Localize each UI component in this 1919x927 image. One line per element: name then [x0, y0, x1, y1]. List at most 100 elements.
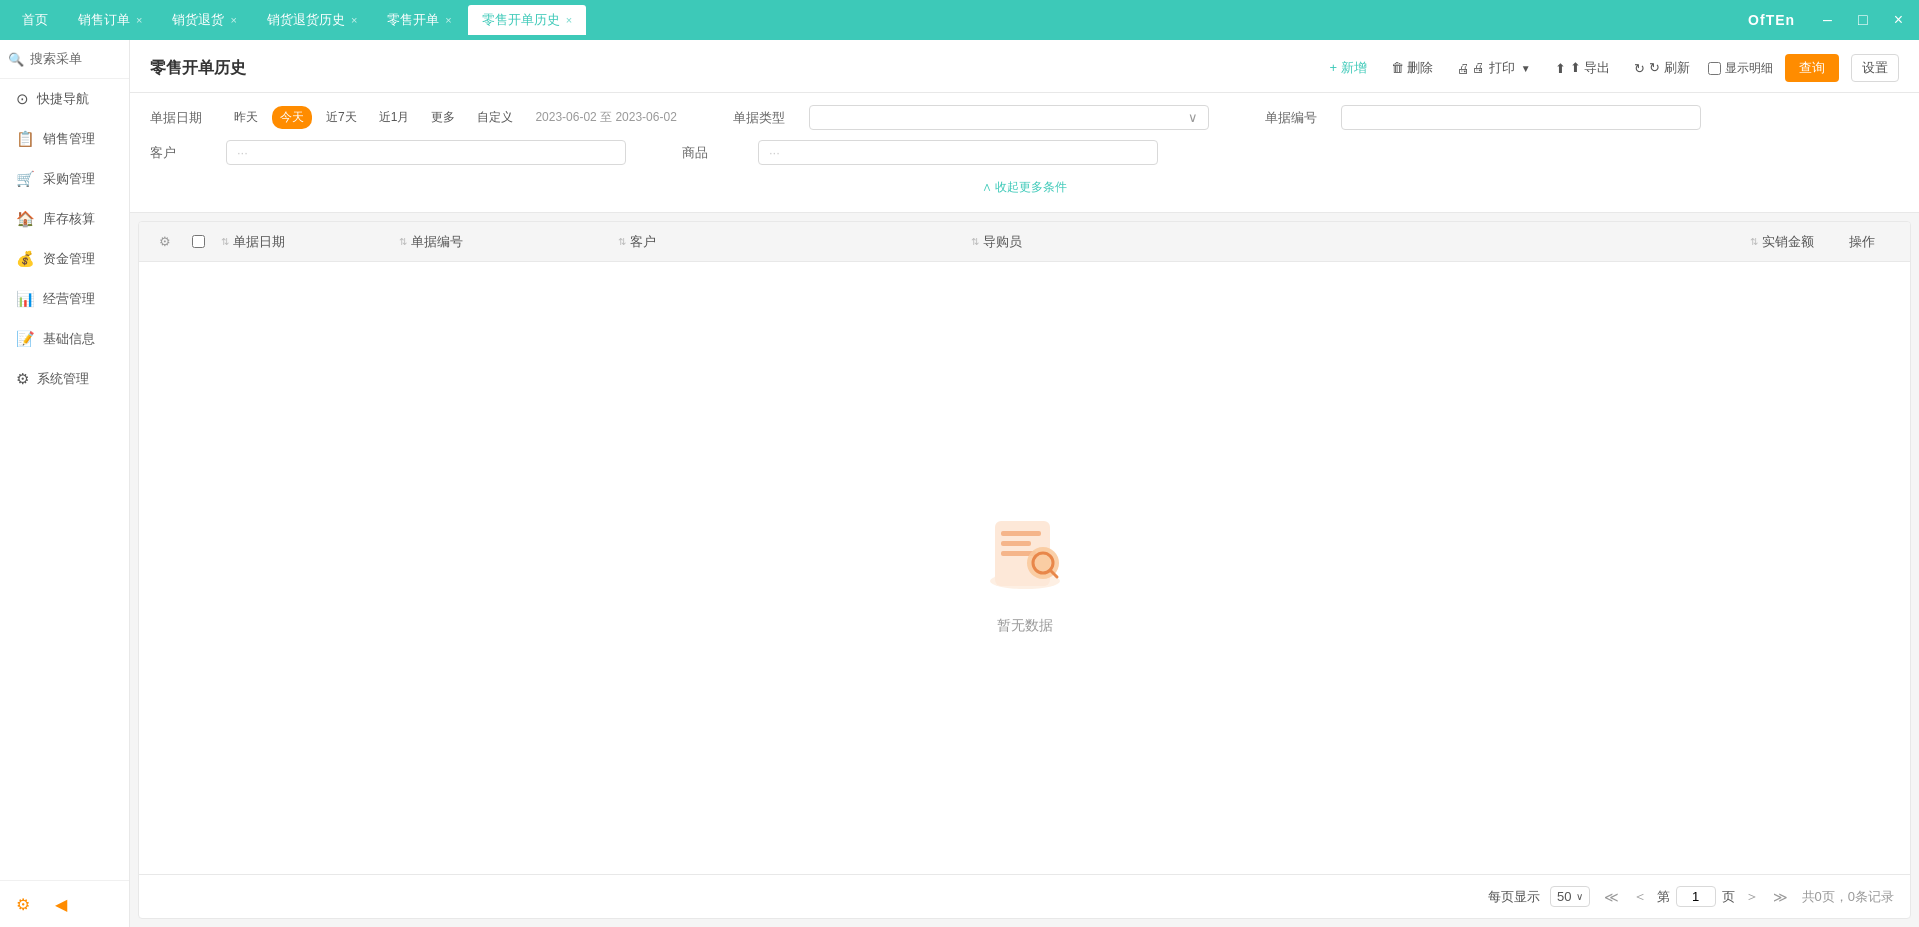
tab-retail-open-history[interactable]: 零售开单历史 ×	[468, 5, 586, 35]
last-page-btn[interactable]: ≫	[1769, 887, 1792, 907]
export-button[interactable]: ⬆ ⬆ 导出	[1549, 55, 1617, 81]
empty-text: 暂无数据	[997, 617, 1053, 635]
print-button[interactable]: 🖨 🖨 打印 ▼	[1451, 55, 1537, 81]
tab-sales-return-history[interactable]: 销货退货历史 ×	[253, 5, 371, 35]
filter-area: 单据日期 昨天 今天 近7天 近1月 更多 自定义 2023-06-02 至 2…	[130, 93, 1919, 213]
toolbar: + 新增 🗑 删除 🖨 🖨 打印 ▼ ⬆ ⬆ 导出 ↻ ↻ 刷新	[1323, 54, 1899, 82]
page-number-input[interactable]	[1676, 886, 1716, 907]
tab-sales-return-history-close[interactable]: ×	[351, 14, 357, 26]
sidebar: 🔍 搜索采单 ⊙ 快捷导航 📋 销售管理 🛒 采购管理 🏠 库存核算 💰	[0, 40, 130, 927]
add-button[interactable]: + 新增	[1323, 55, 1372, 81]
tab-sales-order[interactable]: 销售订单 ×	[64, 5, 156, 35]
tab-sales-return-history-label: 销货退货历史	[267, 11, 345, 29]
tab-sales-return[interactable]: 销货退货 ×	[158, 5, 250, 35]
tab-retail-open[interactable]: 零售开单 ×	[373, 5, 465, 35]
purchase-mgmt-icon: 🛒	[16, 170, 35, 188]
sort-icon-guide: ⇅	[971, 236, 979, 247]
show-detail-checkbox-area[interactable]: 显示明细	[1708, 60, 1773, 77]
type-select[interactable]: ∨	[809, 105, 1209, 130]
svg-rect-3	[1001, 541, 1031, 546]
sales-mgmt-icon: 📋	[16, 130, 35, 148]
sidebar-settings-btn[interactable]: ⚙	[8, 889, 38, 919]
date-opt-yesterday[interactable]: 昨天	[226, 106, 266, 129]
per-page-label: 每页显示	[1488, 888, 1540, 906]
svg-rect-2	[1001, 531, 1041, 536]
th-customer: ⇅ 客户	[610, 233, 964, 251]
per-page-select[interactable]: 50 ∨	[1550, 886, 1589, 907]
select-all-checkbox-area[interactable]	[183, 235, 213, 248]
tab-retail-open-history-close[interactable]: ×	[566, 14, 572, 26]
tab-sales-return-label: 销货退货	[172, 11, 224, 29]
sidebar-collapse-btn[interactable]: ◀	[46, 889, 76, 919]
table-header: ⚙ ⇅ 单据日期 ⇅ 单据编号 ⇅ 客户 ⇅ 导购员	[139, 222, 1910, 262]
tab-sales-order-close[interactable]: ×	[136, 14, 142, 26]
page-header: 零售开单历史 + 新增 🗑 删除 🖨 🖨 打印 ▼ ⬆ ⬆ 导出 ↻	[130, 40, 1919, 93]
sort-icon-date: ⇅	[221, 236, 229, 247]
sidebar-item-purchase-mgmt[interactable]: 🛒 采购管理	[0, 159, 129, 199]
sort-icon-number: ⇅	[399, 236, 407, 247]
top-navigation: 首页 销售订单 × 销货退货 × 销货退货历史 × 零售开单 × 零售开单历史 …	[0, 0, 1919, 40]
select-all-checkbox[interactable]	[192, 235, 205, 248]
settings-button[interactable]: 设置	[1851, 54, 1899, 82]
sidebar-menu: ⊙ 快捷导航 📋 销售管理 🛒 采购管理 🏠 库存核算 💰 资金管理 📊	[0, 79, 129, 880]
brand-name: OfTEn	[1748, 12, 1795, 28]
tab-retail-open-close[interactable]: ×	[445, 14, 451, 26]
table-area: ⚙ ⇅ 单据日期 ⇅ 单据编号 ⇅ 客户 ⇅ 导购员	[138, 221, 1911, 919]
th-action: 操作	[1822, 233, 1902, 251]
sidebar-search[interactable]: 🔍 搜索采单	[0, 40, 129, 79]
page-suffix: 页	[1722, 888, 1735, 906]
sidebar-item-finance[interactable]: 💰 资金管理	[0, 239, 129, 279]
sidebar-item-system[interactable]: ⚙ 系统管理	[0, 359, 129, 399]
sidebar-search-label: 搜索采单	[30, 50, 82, 68]
sidebar-item-quick-nav-label: 快捷导航	[37, 90, 89, 108]
main-layout: 🔍 搜索采单 ⊙ 快捷导航 📋 销售管理 🛒 采购管理 🏠 库存核算 💰	[0, 40, 1919, 927]
window-controls: OfTEn – □ ×	[1748, 9, 1911, 31]
sidebar-item-sales-mgmt[interactable]: 📋 销售管理	[0, 119, 129, 159]
basic-info-icon: 📝	[16, 330, 35, 348]
sidebar-item-basic-info[interactable]: 📝 基础信息	[0, 319, 129, 359]
customer-input[interactable]: ···	[226, 140, 626, 165]
tab-sales-return-close[interactable]: ×	[230, 14, 236, 26]
column-settings-icon[interactable]: ⚙	[147, 234, 183, 249]
sidebar-item-operations[interactable]: 📊 经营管理	[0, 279, 129, 319]
window-maximize[interactable]: □	[1850, 9, 1876, 31]
page-navigation: ≪ ＜ 第 页 ＞ ≫	[1600, 886, 1792, 908]
tab-home-label: 首页	[22, 11, 48, 29]
number-input[interactable]	[1341, 105, 1701, 130]
window-close[interactable]: ×	[1886, 9, 1911, 31]
show-detail-checkbox[interactable]	[1708, 62, 1721, 75]
goods-label: 商品	[682, 144, 742, 162]
sidebar-item-system-label: 系统管理	[37, 370, 89, 388]
sidebar-item-quick-nav[interactable]: ⊙ 快捷导航	[0, 79, 129, 119]
tab-bar: 首页 销售订单 × 销货退货 × 销货退货历史 × 零售开单 × 零售开单历史 …	[8, 5, 1748, 35]
first-page-btn[interactable]: ≪	[1600, 887, 1623, 907]
refresh-button[interactable]: ↻ ↻ 刷新	[1628, 55, 1696, 81]
sidebar-item-inventory[interactable]: 🏠 库存核算	[0, 199, 129, 239]
customer-dots: ···	[237, 145, 248, 160]
sidebar-item-finance-label: 资金管理	[43, 250, 95, 268]
date-opt-more[interactable]: 更多	[423, 106, 463, 129]
date-range-display: 2023-06-02 至 2023-06-02	[535, 109, 676, 126]
tab-home[interactable]: 首页	[8, 5, 62, 35]
window-minimize[interactable]: –	[1815, 9, 1840, 31]
goods-input[interactable]: ···	[758, 140, 1158, 165]
th-date: ⇅ 单据日期	[213, 233, 391, 251]
date-opt-today[interactable]: 今天	[272, 106, 312, 129]
th-amount: ⇅ 实销金额	[1671, 233, 1822, 251]
date-opt-1month[interactable]: 近1月	[371, 106, 418, 129]
tab-retail-open-history-label: 零售开单历史	[482, 11, 560, 29]
print-label: 🖨 🖨 打印	[1457, 59, 1515, 77]
next-page-btn[interactable]: ＞	[1741, 886, 1763, 908]
sidebar-item-operations-label: 经营管理	[43, 290, 95, 308]
delete-button[interactable]: 🗑 删除	[1385, 55, 1440, 81]
per-page-arrow: ∨	[1576, 891, 1583, 902]
prev-page-btn[interactable]: ＜	[1629, 886, 1651, 908]
settings-label: 设置	[1862, 59, 1888, 77]
date-opt-7days[interactable]: 近7天	[318, 106, 365, 129]
date-opt-custom[interactable]: 自定义	[469, 106, 521, 129]
customer-label: 客户	[150, 144, 210, 162]
per-page-value: 50	[1557, 889, 1571, 904]
page-title: 零售开单历史	[150, 58, 246, 79]
query-button[interactable]: 查询	[1785, 54, 1839, 82]
collapse-button[interactable]: ∧ 收起更多条件	[972, 175, 1077, 200]
